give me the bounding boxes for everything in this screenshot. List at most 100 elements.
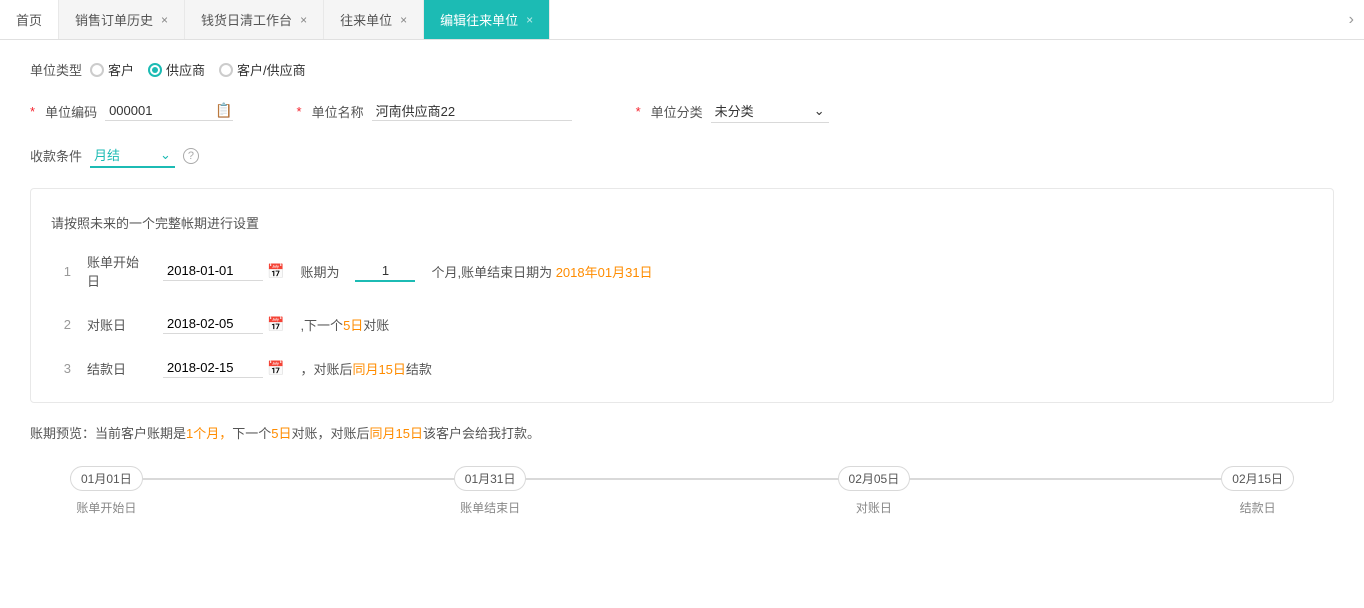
timeline-point-2: 01月31日 账单结束日 [454,466,527,516]
preview-mid: 下一个 [232,426,271,441]
unit-code-field: * 单位编码 📋 [30,101,233,121]
payment-date-input[interactable] [163,358,263,378]
tab-partner-label: 往来单位 [340,10,392,29]
unit-code-input-wrap: 📋 [105,101,232,121]
preview-orange2: 5日 [271,426,291,441]
period-end-date: 2018年01月31日 [556,265,653,280]
tab-bar: 首页 销售订单历史 × 钱货日清工作台 × 往来单位 × 编辑往来单位 × › [0,0,1364,40]
panel-description: 请按照未来的一个完整帐期进行设置 [51,213,1313,232]
tab-edit-partner[interactable]: 编辑往来单位 × [424,0,550,39]
row-label-3: 结款日 [87,359,147,378]
setting-row-2: 2 对账日 📅 ,下一个5日对账 [51,314,1313,334]
unit-category-star: * [636,104,641,119]
preview-orange1: 1个月， [186,426,232,441]
timeline-points: 01月01日 账单开始日 01月31日 账单结束日 02月05日 对账日 02月… [70,466,1294,516]
timeline-point-1: 01月01日 账单开始日 [70,466,143,516]
timeline-container: 01月01日 账单开始日 01月31日 账单结束日 02月05日 对账日 02月… [30,466,1334,516]
start-date-calendar-icon[interactable]: 📅 [267,263,284,280]
payment-desc: ，对账后同月15日结款 [300,359,432,378]
payment-condition-value: 月结 [94,145,120,164]
radio-customer-supplier-label: 客户/供应商 [237,60,306,79]
payment-condition-arrow: ⌄ [160,147,171,163]
unit-name-label: 单位名称 [312,102,364,121]
code-name-category-row: * 单位编码 📋 * 单位名称 * 单位分类 未分类 ⌄ [30,99,1334,123]
radio-customer[interactable]: 客户 [90,60,134,79]
reconcile-date-wrap: 📅 [163,314,284,334]
period-unit: 个月,账单结束日期为 2018年01月31日 [431,262,652,281]
copy-icon[interactable]: 📋 [215,102,232,119]
payment-date-calendar-icon[interactable]: 📅 [267,360,284,377]
timeline-label-4: 结款日 [1240,499,1276,516]
row-number-2: 2 [51,317,71,332]
timeline-tag-4: 02月15日 [1221,466,1294,491]
timeline-tag-3: 02月05日 [838,466,911,491]
unit-category-select[interactable]: 未分类 ⌄ [711,99,829,123]
tab-partner[interactable]: 往来单位 × [324,0,424,39]
tab-home[interactable]: 首页 [0,0,59,39]
unit-name-star: * [297,104,302,119]
start-date-wrap: 📅 [163,261,284,281]
timeline-point-3: 02月05日 对账日 [838,466,911,516]
reconcile-desc: ,下一个5日对账 [300,315,389,334]
tab-edit-partner-label: 编辑往来单位 [440,10,518,29]
timeline-label-3: 对账日 [856,499,892,516]
unit-name-field: * 单位名称 [297,101,572,121]
help-icon[interactable]: ? [183,148,199,164]
row-label-1: 账单开始日 [87,252,147,290]
preview-text: 账期预览：当前客户账期是1个月，下一个5日对账，对账后同月15日该客户会给我打款… [30,423,1334,442]
timeline-label-2: 账单结束日 [460,499,520,516]
preview-prefix: 账期预览：当前客户账期是 [30,426,186,441]
payment-condition-row: 收款条件 月结 ⌄ ? [30,143,1334,168]
unit-category-arrow: ⌄ [814,103,825,119]
unit-type-label: 单位类型 [30,60,82,79]
preview-suffix: 该客户会给我打款。 [423,426,540,441]
tab-sales-history[interactable]: 销售订单历史 × [59,0,185,39]
unit-category-value: 未分类 [715,101,754,120]
settings-panel: 请按照未来的一个完整帐期进行设置 1 账单开始日 📅 账期为 个月,账单结束日期… [30,188,1334,403]
timeline-tag-2: 01月31日 [454,466,527,491]
tab-home-label: 首页 [16,10,42,29]
tab-edit-partner-close[interactable]: × [526,13,533,27]
payment-condition-select[interactable]: 月结 ⌄ [90,143,175,168]
unit-code-input[interactable] [105,101,215,120]
setting-row-3: 3 结款日 📅 ，对账后同月15日结款 [51,358,1313,378]
radio-customer-label: 客户 [108,60,134,79]
tab-sales-history-close[interactable]: × [161,13,168,27]
radio-group: 客户 供应商 客户/供应商 [90,60,306,79]
tab-cashier-workbench-close[interactable]: × [300,13,307,27]
start-date-input[interactable] [163,261,263,281]
payment-condition-label: 收款条件 [30,146,82,165]
radio-supplier-circle [148,63,162,77]
unit-category-label: 单位分类 [651,102,703,121]
reconcile-date-calendar-icon[interactable]: 📅 [267,316,284,333]
radio-customer-circle [90,63,104,77]
timeline-label-1: 账单开始日 [76,499,136,516]
radio-customer-supplier-circle [219,63,233,77]
unit-code-star: * [30,104,35,119]
row-label-2: 对账日 [87,315,147,334]
tab-partner-close[interactable]: × [400,13,407,27]
reconcile-date-input[interactable] [163,314,263,334]
unit-category-field: * 单位分类 未分类 ⌄ [636,99,829,123]
period-input[interactable] [355,261,415,282]
row-number-1: 1 [51,264,71,279]
tab-arrow[interactable]: › [1339,0,1364,39]
unit-code-label: 单位编码 [45,102,97,121]
radio-customer-supplier[interactable]: 客户/供应商 [219,60,306,79]
content-area: 单位类型 客户 供应商 客户/供应商 * 单位编码 [0,40,1364,608]
timeline-point-4: 02月15日 结款日 [1221,466,1294,516]
unit-name-input[interactable] [372,101,572,121]
row-number-3: 3 [51,361,71,376]
tab-sales-history-label: 销售订单历史 [75,10,153,29]
tab-cashier-workbench-label: 钱货日清工作台 [201,10,292,29]
preview-mid2: 对账，对账后 [292,426,370,441]
unit-type-field: 单位类型 客户 供应商 客户/供应商 [30,60,306,79]
tab-cashier-workbench[interactable]: 钱货日清工作台 × [185,0,324,39]
preview-orange3: 同月15日 [370,426,423,441]
setting-row-1: 1 账单开始日 📅 账期为 个月,账单结束日期为 2018年01月31日 [51,252,1313,290]
timeline-tag-1: 01月01日 [70,466,143,491]
period-label: 账期为 [300,262,339,281]
radio-supplier[interactable]: 供应商 [148,60,205,79]
unit-type-row: 单位类型 客户 供应商 客户/供应商 [30,60,1334,79]
radio-supplier-label: 供应商 [166,60,205,79]
